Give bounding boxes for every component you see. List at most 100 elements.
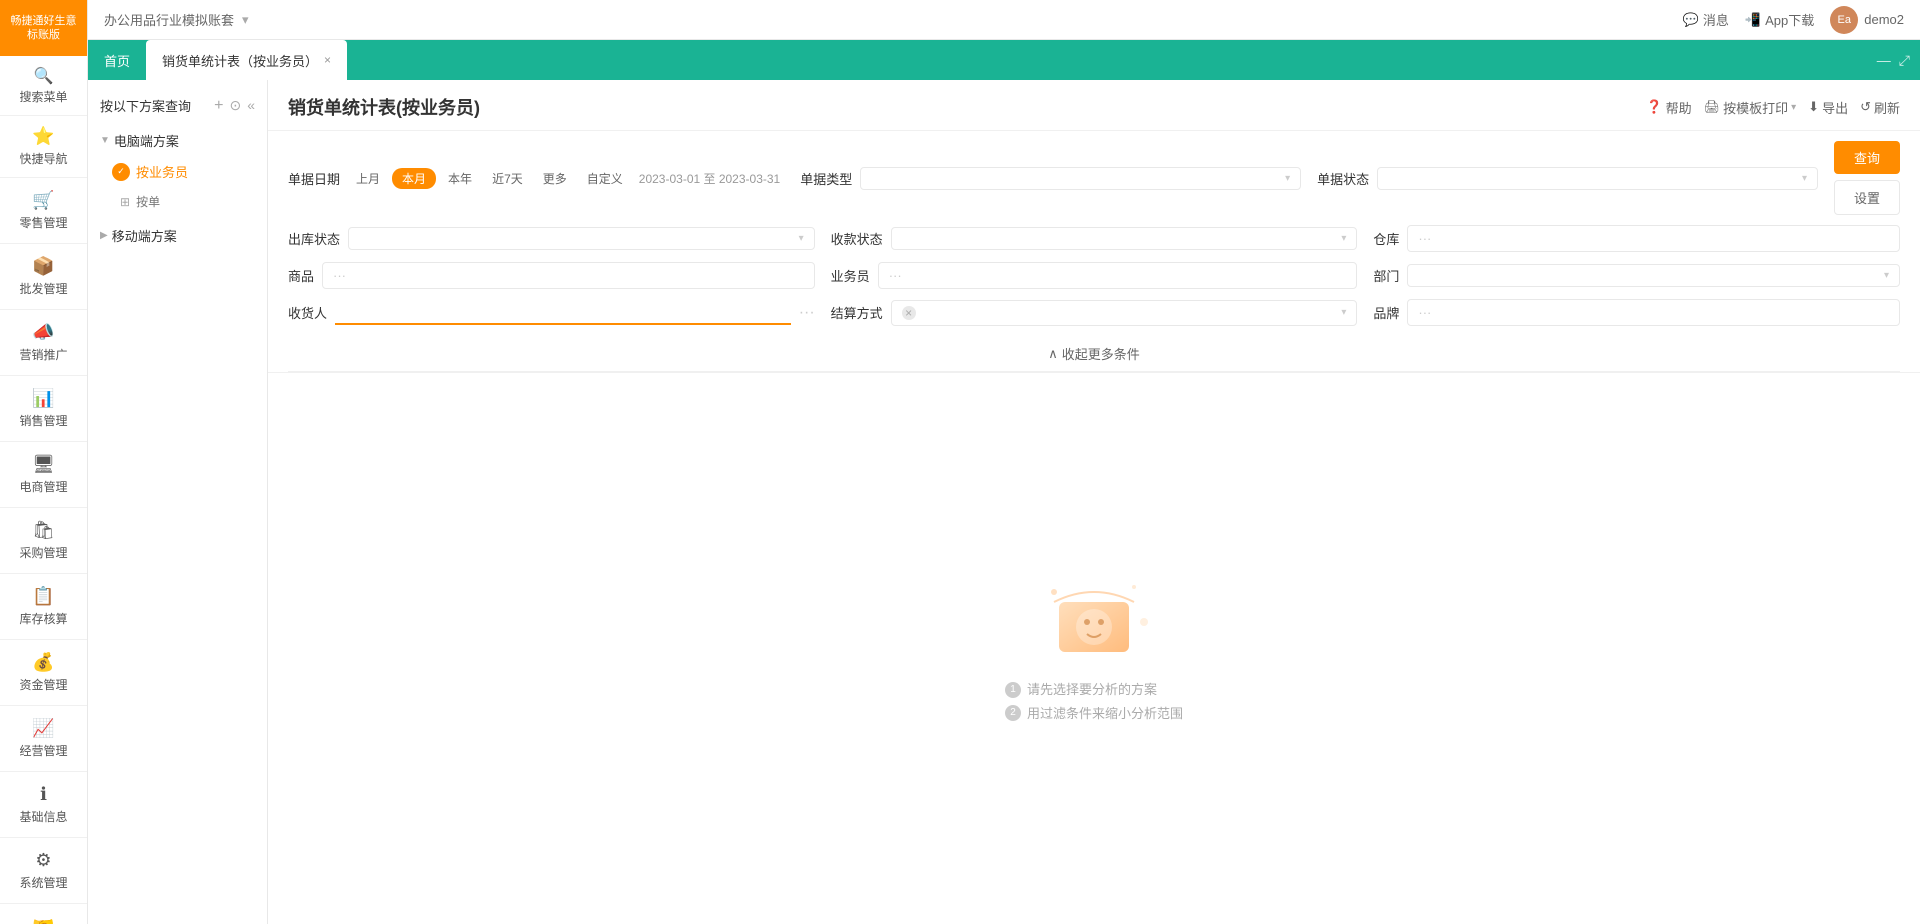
desktop-group-label: 电脑端方案: [114, 131, 179, 150]
content-area: 按以下方案查询 + ⊙ « ▼ 电脑端方案 ✓ 按业务员 ⊞ 按单: [88, 80, 1920, 924]
sidebar-item-enterprise[interactable]: 🤝 企业协同: [0, 904, 87, 924]
sidebar-item-finance[interactable]: 💰 资金管理: [0, 640, 87, 706]
system-icon: ⚙: [35, 850, 51, 871]
sidebar-item-sales[interactable]: 📊 销售管理: [0, 376, 87, 442]
schema-group-mobile-title[interactable]: ▶ 移动端方案: [88, 220, 267, 251]
maximize-btn[interactable]: ⤢: [1899, 52, 1910, 69]
empty-icon-area: [1034, 572, 1154, 662]
refresh-label: 刷新: [1874, 98, 1900, 117]
app-download-btn[interactable]: 📲 App下载: [1745, 10, 1814, 29]
sidebar-item-search[interactable]: 🔍 搜索菜单: [0, 56, 87, 116]
stock-status-select[interactable]: ▾: [348, 227, 815, 250]
collapse-filter-btn[interactable]: ∧ 收起更多条件: [1048, 344, 1140, 363]
left-panel-header: 按以下方案查询 + ⊙ «: [88, 88, 267, 123]
logo-text: 畅捷通好生意 标账版: [5, 14, 82, 43]
page-title: 销货单统计表(按业务员): [288, 94, 480, 120]
receiver-label: 收货人: [288, 303, 327, 322]
sidebar-item-basic[interactable]: ℹ 基础信息: [0, 772, 87, 838]
doc-type-label: 单据类型: [800, 169, 852, 188]
left-panel-title: 按以下方案查询: [100, 96, 191, 115]
payment-method-filter: 结算方式 × ▾: [831, 300, 1358, 326]
sidebar-item-retail[interactable]: 🛒 零售管理: [0, 178, 87, 244]
brand-label: 品牌: [1373, 303, 1399, 322]
sidebar-retail-label: 零售管理: [19, 214, 67, 231]
sidebar-purchase-label: 采购管理: [19, 544, 67, 561]
receiver-input[interactable]: [335, 300, 791, 325]
finance-icon: 💰: [32, 652, 54, 673]
page-header: 销货单统计表(按业务员) ❓ 帮助 🖨 按模板打印 ▾ ⬇ 导出: [268, 80, 1920, 131]
settings-schema-btn[interactable]: ⊙: [229, 97, 241, 115]
sidebar-item-operations[interactable]: 📈 经营管理: [0, 706, 87, 772]
refresh-btn[interactable]: ↺ 刷新: [1860, 98, 1900, 117]
sidebar-item-quick-nav[interactable]: ⭐ 快捷导航: [0, 116, 87, 178]
sidebar-item-purchase[interactable]: 🛍 采购管理: [0, 508, 87, 574]
sidebar-search-label: 搜索菜单: [19, 88, 67, 105]
collapse-label: 收起更多条件: [1062, 344, 1140, 363]
date-tab-custom[interactable]: 自定义: [579, 168, 631, 189]
date-tab-last7[interactable]: 近7天: [484, 168, 531, 189]
schema-item-salesperson[interactable]: ✓ 按业务员: [88, 156, 267, 187]
add-schema-btn[interactable]: +: [214, 97, 223, 115]
doc-type-select[interactable]: ▾: [860, 167, 1301, 190]
app-download-icon: 📲: [1745, 12, 1761, 28]
date-filter: 单据日期 上月 本月 本年 近7天 更多 自定义 2023-03-01 至 20…: [288, 168, 780, 189]
chevron-down-icon3: ▾: [799, 233, 804, 244]
goods-value: ···: [333, 268, 346, 283]
suite-title: 办公用品行业模拟账套: [104, 10, 234, 29]
date-tab-this-year[interactable]: 本年: [440, 168, 480, 189]
tab-sales-stats-label: 销货单统计表（按业务员）: [162, 51, 318, 70]
receiver-dots[interactable]: ···: [799, 304, 815, 322]
department-select[interactable]: ▾: [1407, 264, 1900, 287]
date-tabs: 上月 本月 本年 近7天 更多 自定义: [348, 168, 631, 189]
chevron-up-icon: ∧: [1048, 346, 1058, 362]
tab-sales-stats[interactable]: 销货单统计表（按业务员） ×: [146, 40, 347, 80]
doc-status-filter: 单据状态 ▾: [1317, 167, 1818, 190]
tab-home[interactable]: 首页: [88, 40, 146, 80]
collapse-panel-btn[interactable]: «: [247, 97, 255, 115]
sidebar-item-system[interactable]: ⚙ 系统管理: [0, 838, 87, 904]
salesperson-value: ···: [889, 268, 902, 283]
brand-select[interactable]: ···: [1407, 299, 1900, 326]
goods-select[interactable]: ···: [322, 262, 815, 289]
department-filter: 部门 ▾: [1373, 264, 1900, 287]
sidebar-item-marketing[interactable]: 📣 营销推广: [0, 310, 87, 376]
print-label: 按模板打印: [1723, 98, 1788, 117]
salesperson-select[interactable]: ···: [878, 262, 1358, 289]
doc-type-filter: 单据类型 ▾: [800, 167, 1301, 190]
schema-sub-item-order[interactable]: ⊞ 按单: [88, 187, 267, 216]
sidebar-item-wholesale[interactable]: 📦 批发管理: [0, 244, 87, 310]
sidebar-item-inventory[interactable]: 📋 库存核算: [0, 574, 87, 640]
print-dropdown-icon: ▾: [1791, 102, 1796, 113]
date-tab-more[interactable]: 更多: [535, 168, 575, 189]
schema-group-mobile: ▶ 移动端方案: [88, 218, 267, 253]
main-area: 办公用品行业模拟账套 ▾ 💬 消息 📲 App下载 Ea demo2 首页: [88, 0, 1920, 924]
export-btn[interactable]: ⬇ 导出: [1808, 98, 1848, 117]
filter-row-4: 收货人 ··· 结算方式 × ▾ 品牌 ···: [288, 299, 1900, 326]
date-tab-last-month[interactable]: 上月: [348, 168, 388, 189]
date-tab-this-month[interactable]: 本月: [392, 168, 436, 189]
minimize-btn[interactable]: —: [1877, 52, 1891, 68]
star-icon: ⭐: [32, 126, 54, 147]
avatar: Ea: [1830, 6, 1858, 34]
warehouse-select[interactable]: ···: [1407, 225, 1900, 252]
arrow-right-icon: ▶: [100, 230, 108, 241]
top-bar-left: 办公用品行业模拟账套 ▾: [104, 10, 249, 29]
doc-status-select[interactable]: ▾: [1377, 167, 1818, 190]
warehouse-label: 仓库: [1373, 229, 1399, 248]
user-info[interactable]: Ea demo2: [1830, 6, 1904, 34]
print-icon: 🖨: [1704, 99, 1721, 115]
clear-payment-method-btn[interactable]: ×: [902, 306, 916, 320]
help-label: 帮助: [1666, 98, 1692, 117]
query-btn[interactable]: 查询: [1834, 141, 1900, 174]
suite-dropdown-icon[interactable]: ▾: [242, 12, 249, 28]
print-btn[interactable]: 🖨 按模板打印 ▾: [1704, 98, 1797, 117]
brand-filter: 品牌 ···: [1373, 299, 1900, 326]
payment-method-select[interactable]: × ▾: [891, 300, 1358, 326]
message-btn[interactable]: 💬 消息: [1683, 10, 1729, 29]
payment-status-select[interactable]: ▾: [891, 227, 1358, 250]
schema-group-desktop-title[interactable]: ▼ 电脑端方案: [88, 125, 267, 156]
close-tab-btn[interactable]: ×: [324, 53, 331, 67]
sidebar-item-ecommerce[interactable]: 🖥 电商管理: [0, 442, 87, 508]
settings-btn[interactable]: 设置: [1834, 180, 1900, 215]
help-btn[interactable]: ❓ 帮助: [1646, 98, 1691, 117]
